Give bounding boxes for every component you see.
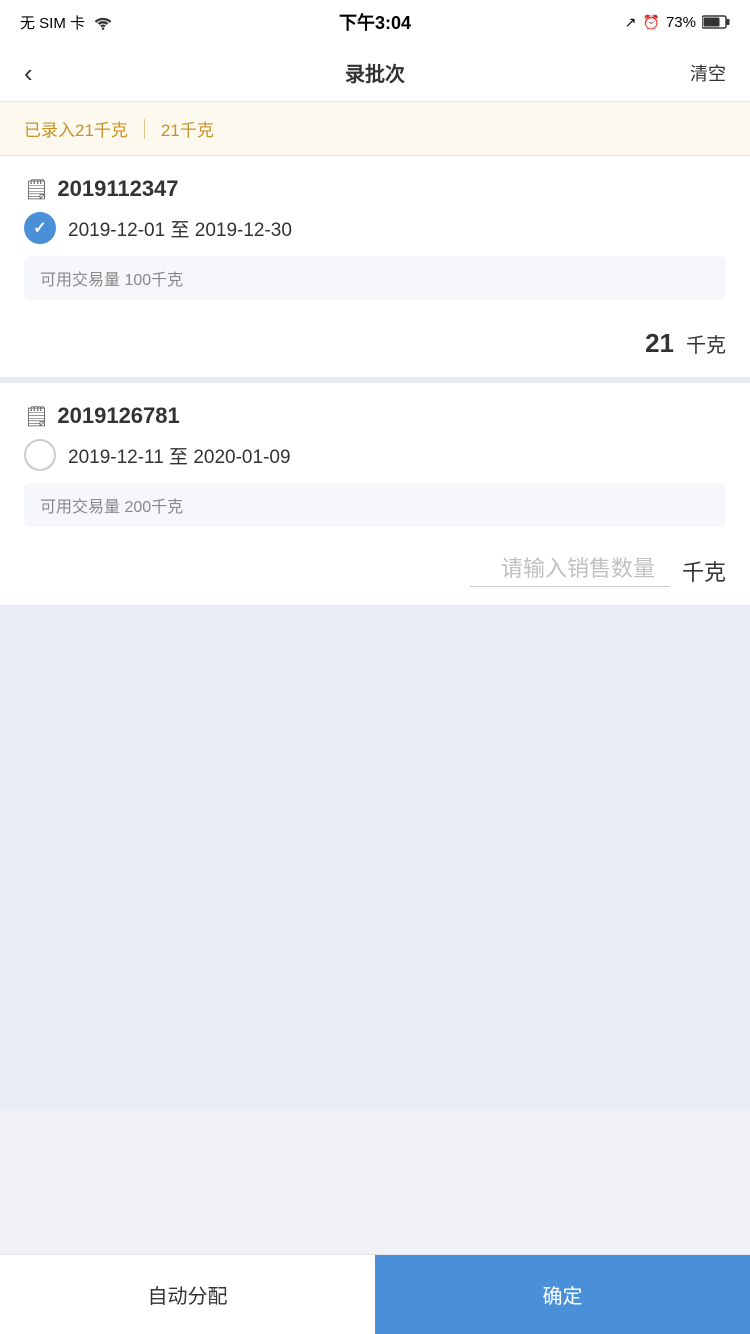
batch-2-date: 2019-12-11 至 2020-01-09 (68, 442, 291, 469)
batch-1-available: 可用交易量 100千克 (24, 256, 726, 300)
batch-1-doc-icon: 🗒 (24, 177, 49, 202)
wifi-icon (93, 14, 113, 30)
batch-1-date: 2019-12-01 至 2019-12-30 (68, 215, 292, 242)
location-icon: ↗ (625, 14, 637, 31)
confirm-button[interactable]: 确定 (375, 1255, 750, 1334)
batch-1-date-row: 2019-12-01 至 2019-12-30 (24, 212, 726, 244)
battery-text: 73% (666, 14, 696, 31)
status-left: 无 SIM 卡 (20, 12, 113, 33)
batch-card-2-inner: 🗒 2019126781 2019-12-11 至 2020-01-09 可用交… (0, 383, 750, 537)
bottom-spacer (0, 611, 750, 1031)
bottom-bar: 自动分配 确定 (0, 1254, 750, 1334)
nav-bar: ‹ 录批次 清空 (0, 44, 750, 102)
status-right: ↗ ⏰ 73% (625, 14, 730, 31)
page-title: 录批次 (345, 58, 405, 87)
battery-icon (702, 14, 730, 30)
batch-2-unit: 千克 (682, 555, 726, 587)
status-time: 下午3:04 (339, 9, 411, 35)
batch-1-quantity: 21 (645, 328, 674, 359)
batch-2-id-row: 🗒 2019126781 (24, 403, 726, 429)
total-amount: 21千克 (161, 116, 214, 141)
qty-input-underline (470, 586, 670, 587)
recorded-amount: 已录入21千克 (24, 116, 128, 141)
batch-card-1: 🗒 2019112347 2019-12-01 至 2019-12-30 可用交… (0, 156, 750, 383)
banner-divider (144, 119, 145, 139)
batch-2-doc-icon: 🗒 (24, 404, 49, 429)
carrier-text: 无 SIM 卡 (20, 12, 85, 33)
back-button[interactable]: ‹ (24, 60, 33, 86)
batch-1-id-row: 🗒 2019112347 (24, 176, 726, 202)
auto-distribute-button[interactable]: 自动分配 (0, 1255, 375, 1334)
batch-card-1-inner: 🗒 2019112347 2019-12-01 至 2019-12-30 可用交… (0, 156, 750, 310)
batch-2-available: 可用交易量 200千克 (24, 483, 726, 527)
batch-1-amount-row: 21 千克 (0, 310, 750, 383)
batch-2-radio[interactable] (24, 439, 56, 471)
clear-button[interactable]: 清空 (690, 60, 726, 86)
batch-1-unit: 千克 (686, 329, 726, 358)
batch-1-radio[interactable] (24, 212, 56, 244)
batch-1-id: 2019112347 (57, 176, 178, 202)
content-area: 🗒 2019112347 2019-12-01 至 2019-12-30 可用交… (0, 156, 750, 1111)
batch-2-qty-wrapper (470, 556, 670, 587)
batch-2-id: 2019126781 (57, 403, 179, 429)
info-banner: 已录入21千克 21千克 (0, 102, 750, 156)
batch-card-2: 🗒 2019126781 2019-12-11 至 2020-01-09 可用交… (0, 383, 750, 611)
batch-2-input-row: 千克 (0, 537, 750, 611)
alarm-icon: ⏰ (643, 14, 660, 31)
batch-2-qty-input[interactable] (470, 556, 670, 582)
batch-2-date-row: 2019-12-11 至 2020-01-09 (24, 439, 726, 471)
status-bar: 无 SIM 卡 下午3:04 ↗ ⏰ 73% (0, 0, 750, 44)
